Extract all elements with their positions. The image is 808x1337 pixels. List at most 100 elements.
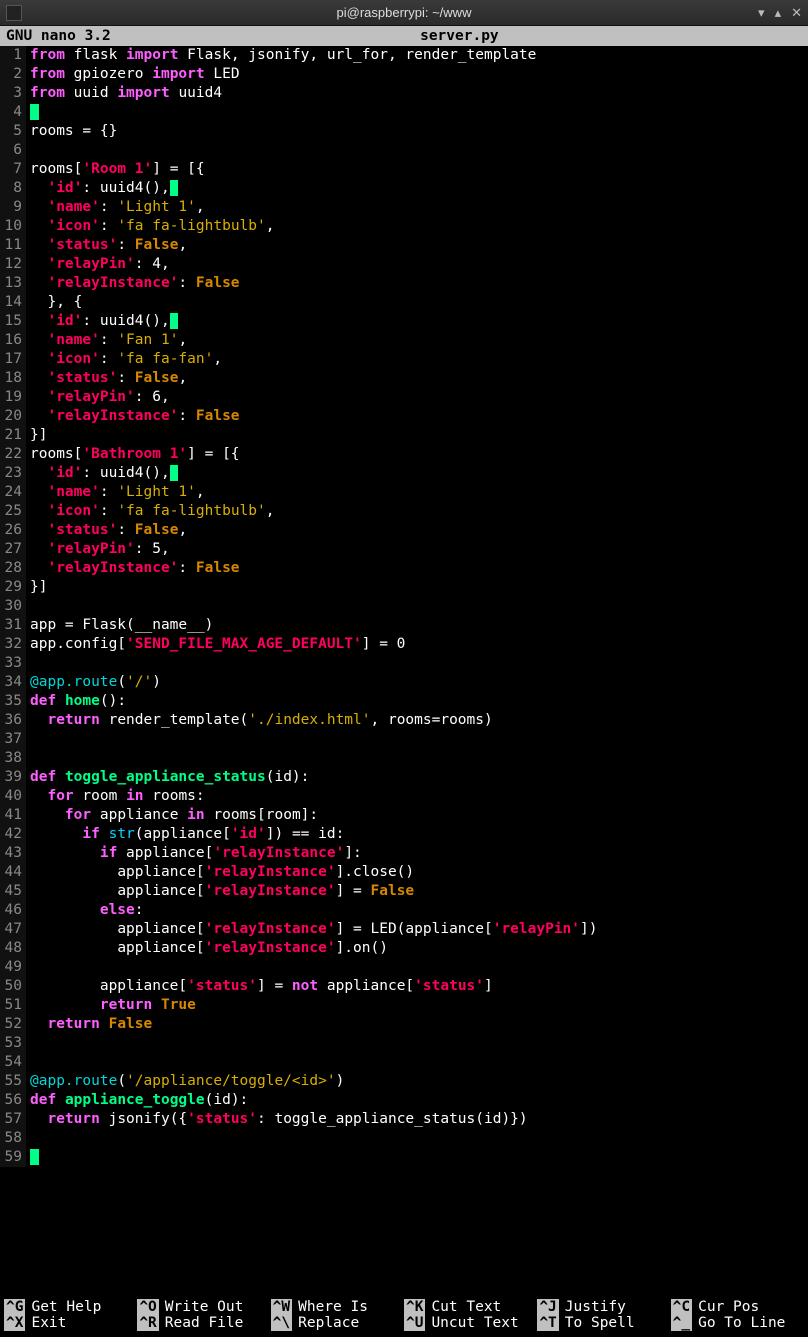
editor-area[interactable]: 1from flask import Flask, jsonify, url_f…	[0, 46, 808, 1167]
code-content[interactable]: 'relayPin': 4,	[26, 255, 170, 274]
code-content[interactable]	[26, 1148, 39, 1167]
code-content[interactable]: 'id': uuid4(),	[26, 312, 178, 331]
code-content[interactable]	[26, 1129, 30, 1148]
code-line[interactable]: 53	[0, 1034, 808, 1053]
code-line[interactable]: 4	[0, 103, 808, 122]
code-content[interactable]: from gpiozero import LED	[26, 65, 240, 84]
code-line[interactable]: 8 'id': uuid4(),	[0, 179, 808, 198]
code-content[interactable]	[26, 958, 30, 977]
code-content[interactable]: 'name': 'Light 1',	[26, 483, 205, 502]
code-content[interactable]: 'status': False,	[26, 236, 187, 255]
code-content[interactable]	[26, 1034, 30, 1053]
code-content[interactable]: 'icon': 'fa fa-lightbulb',	[26, 502, 274, 521]
code-line[interactable]: 23 'id': uuid4(),	[0, 464, 808, 483]
code-content[interactable]: }]	[26, 578, 47, 597]
code-line[interactable]: 11 'status': False,	[0, 236, 808, 255]
code-line[interactable]: 12 'relayPin': 4,	[0, 255, 808, 274]
code-line[interactable]: 47 appliance['relayInstance'] = LED(appl…	[0, 920, 808, 939]
code-line[interactable]: 42 if str(appliance['id']) == id:	[0, 825, 808, 844]
code-content[interactable]: for appliance in rooms[room]:	[26, 806, 318, 825]
code-content[interactable]: appliance['relayInstance'].close()	[26, 863, 414, 882]
code-content[interactable]	[26, 141, 30, 160]
code-content[interactable]	[26, 730, 30, 749]
code-line[interactable]: 30	[0, 597, 808, 616]
code-content[interactable]: else:	[26, 901, 144, 920]
code-content[interactable]: }, {	[26, 293, 82, 312]
code-content[interactable]: app = Flask(__name__)	[26, 616, 213, 635]
code-content[interactable]: 'name': 'Fan 1',	[26, 331, 187, 350]
code-line[interactable]: 46 else:	[0, 901, 808, 920]
code-content[interactable]	[26, 597, 30, 616]
code-line[interactable]: 26 'status': False,	[0, 521, 808, 540]
code-content[interactable]: @app.route('/appliance/toggle/<id>')	[26, 1072, 344, 1091]
code-line[interactable]: 27 'relayPin': 5,	[0, 540, 808, 559]
code-line[interactable]: 3from uuid import uuid4	[0, 84, 808, 103]
code-content[interactable]: @app.route('/')	[26, 673, 161, 692]
code-content[interactable]: app.config['SEND_FILE_MAX_AGE_DEFAULT'] …	[26, 635, 405, 654]
code-line[interactable]: 19 'relayPin': 6,	[0, 388, 808, 407]
code-content[interactable]: 'relayPin': 5,	[26, 540, 170, 559]
code-line[interactable]: 6	[0, 141, 808, 160]
code-line[interactable]: 33	[0, 654, 808, 673]
code-content[interactable]: 'icon': 'fa fa-lightbulb',	[26, 217, 274, 236]
code-line[interactable]: 25 'icon': 'fa fa-lightbulb',	[0, 502, 808, 521]
code-line[interactable]: 45 appliance['relayInstance'] = False	[0, 882, 808, 901]
code-line[interactable]: 49	[0, 958, 808, 977]
close-icon[interactable]: ✕	[791, 5, 802, 21]
code-content[interactable]: 'name': 'Light 1',	[26, 198, 205, 217]
maximize-icon[interactable]: ▴	[775, 5, 782, 21]
code-line[interactable]: 36 return render_template('./index.html'…	[0, 711, 808, 730]
code-content[interactable]	[26, 749, 30, 768]
code-line[interactable]: 5rooms = {}	[0, 122, 808, 141]
code-line[interactable]: 21}]	[0, 426, 808, 445]
code-content[interactable]	[26, 1053, 30, 1072]
code-line[interactable]: 57 return jsonify({'status': toggle_appl…	[0, 1110, 808, 1129]
code-content[interactable]: return True	[26, 996, 196, 1015]
code-content[interactable]: if str(appliance['id']) == id:	[26, 825, 344, 844]
code-line[interactable]: 37	[0, 730, 808, 749]
code-content[interactable]: def toggle_appliance_status(id):	[26, 768, 309, 787]
code-line[interactable]: 55@app.route('/appliance/toggle/<id>')	[0, 1072, 808, 1091]
code-line[interactable]: 17 'icon': 'fa fa-fan',	[0, 350, 808, 369]
code-line[interactable]: 28 'relayInstance': False	[0, 559, 808, 578]
code-line[interactable]: 43 if appliance['relayInstance']:	[0, 844, 808, 863]
code-line[interactable]: 58	[0, 1129, 808, 1148]
code-line[interactable]: 13 'relayInstance': False	[0, 274, 808, 293]
code-content[interactable]: rooms['Bathroom 1'] = [{	[26, 445, 240, 464]
code-line[interactable]: 9 'name': 'Light 1',	[0, 198, 808, 217]
code-line[interactable]: 41 for appliance in rooms[room]:	[0, 806, 808, 825]
code-line[interactable]: 15 'id': uuid4(),	[0, 312, 808, 331]
code-line[interactable]: 39def toggle_appliance_status(id):	[0, 768, 808, 787]
code-content[interactable]: rooms = {}	[26, 122, 117, 141]
code-content[interactable]: return render_template('./index.html', r…	[26, 711, 493, 730]
code-line[interactable]: 1from flask import Flask, jsonify, url_f…	[0, 46, 808, 65]
code-content[interactable]: def appliance_toggle(id):	[26, 1091, 248, 1110]
code-line[interactable]: 16 'name': 'Fan 1',	[0, 331, 808, 350]
code-content[interactable]: if appliance['relayInstance']:	[26, 844, 362, 863]
code-line[interactable]: 20 'relayInstance': False	[0, 407, 808, 426]
code-line[interactable]: 59	[0, 1148, 808, 1167]
code-line[interactable]: 29}]	[0, 578, 808, 597]
code-content[interactable]: from uuid import uuid4	[26, 84, 222, 103]
code-line[interactable]: 51 return True	[0, 996, 808, 1015]
code-line[interactable]: 2from gpiozero import LED	[0, 65, 808, 84]
code-content[interactable]: 'relayInstance': False	[26, 274, 240, 293]
code-content[interactable]: 'relayPin': 6,	[26, 388, 170, 407]
code-content[interactable]: appliance['relayInstance'].on()	[26, 939, 388, 958]
code-content[interactable]: return False	[26, 1015, 152, 1034]
code-content[interactable]: 'id': uuid4(),	[26, 464, 178, 483]
code-content[interactable]: return jsonify({'status': toggle_applian…	[26, 1110, 528, 1129]
code-line[interactable]: 48 appliance['relayInstance'].on()	[0, 939, 808, 958]
code-line[interactable]: 32app.config['SEND_FILE_MAX_AGE_DEFAULT'…	[0, 635, 808, 654]
code-content[interactable]: 'relayInstance': False	[26, 559, 240, 578]
code-content[interactable]: 'id': uuid4(),	[26, 179, 178, 198]
code-content[interactable]: }]	[26, 426, 47, 445]
code-content[interactable]: 'icon': 'fa fa-fan',	[26, 350, 222, 369]
code-content[interactable]: 'relayInstance': False	[26, 407, 240, 426]
code-content[interactable]: rooms['Room 1'] = [{	[26, 160, 205, 179]
code-line[interactable]: 56def appliance_toggle(id):	[0, 1091, 808, 1110]
code-line[interactable]: 7rooms['Room 1'] = [{	[0, 160, 808, 179]
code-content[interactable]: appliance['relayInstance'] = LED(applian…	[26, 920, 598, 939]
code-line[interactable]: 24 'name': 'Light 1',	[0, 483, 808, 502]
code-line[interactable]: 34@app.route('/')	[0, 673, 808, 692]
